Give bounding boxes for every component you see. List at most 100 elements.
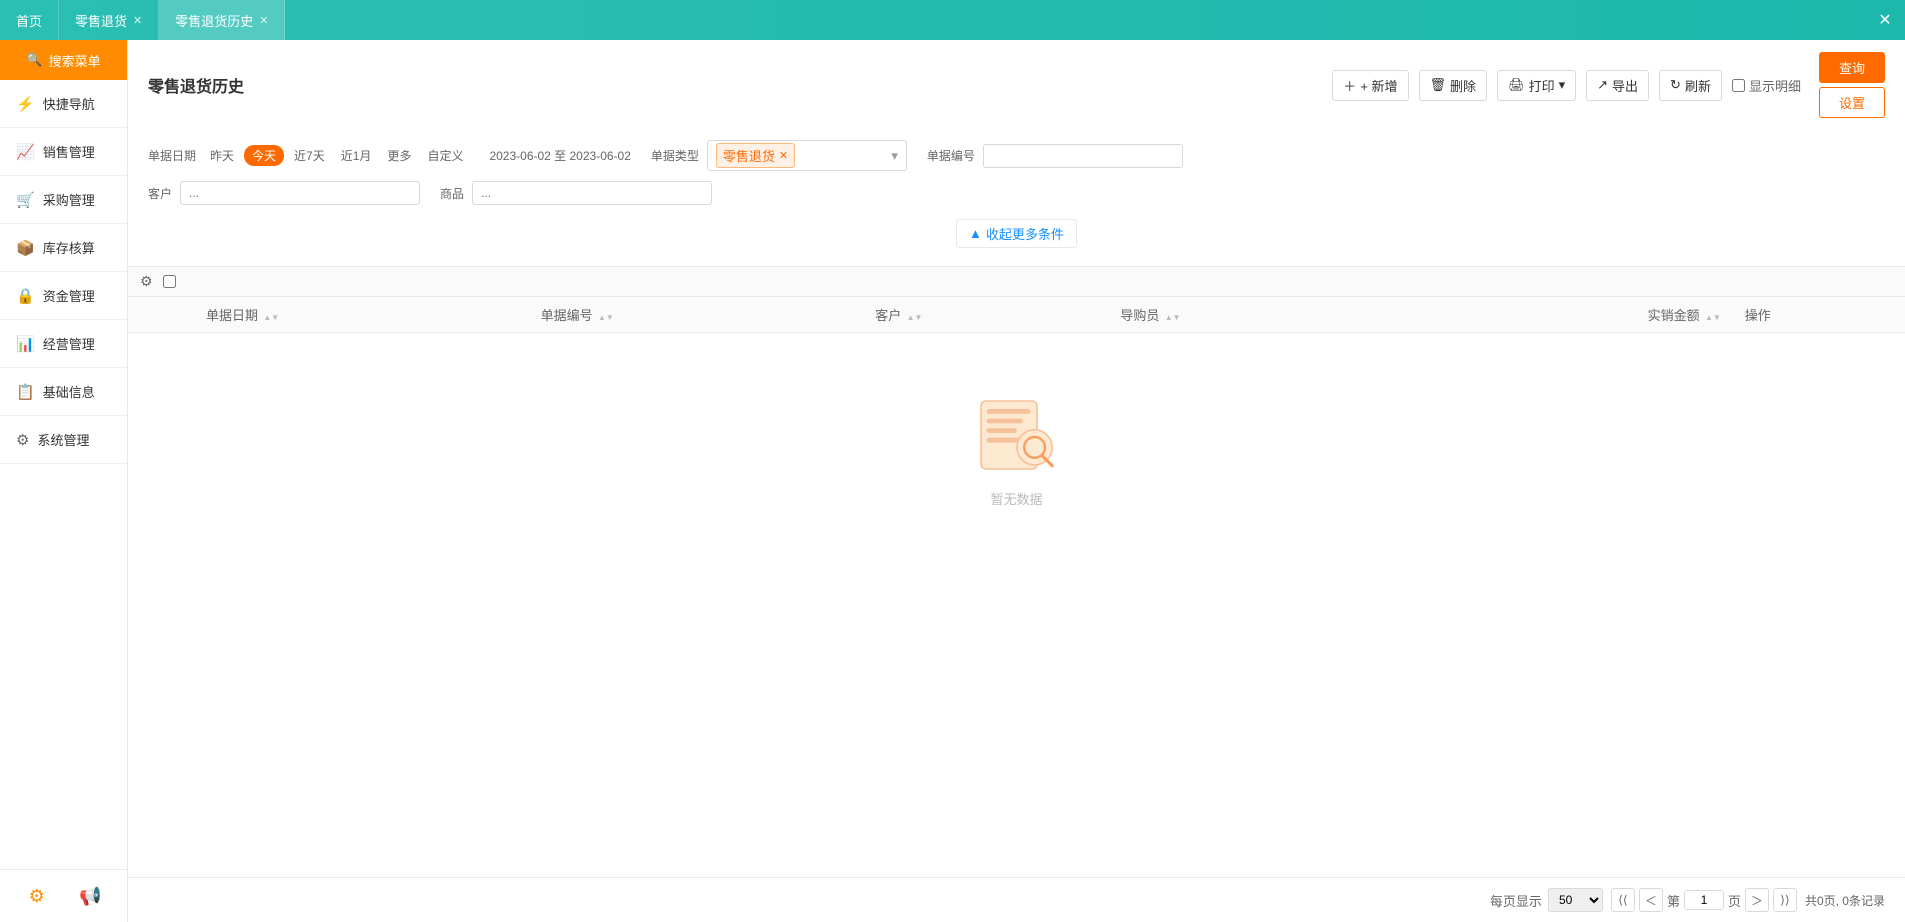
col-customer[interactable]: 客户 ▲▼	[863, 297, 1108, 333]
settings-bottom-icon[interactable]: ⚙	[21, 880, 53, 912]
date-1month[interactable]: 近1月	[335, 145, 378, 166]
voucher-type-label: 单据类型	[651, 147, 699, 164]
page-title: 零售退货历史	[148, 73, 244, 97]
page-next-button[interactable]: ＞	[1745, 888, 1769, 912]
sidebar-item-quick-nav[interactable]: ⚡ 快捷导航	[0, 80, 127, 128]
goods-filter-label: 商品	[440, 185, 464, 202]
settings-button[interactable]: 设置	[1819, 87, 1885, 118]
content-area: 零售退货历史 ＋ + 新增 🗑 删除 🖨 打印	[128, 40, 1905, 922]
collapse-button[interactable]: ▲ 收起更多条件	[956, 219, 1077, 248]
tab-retail-return-history-close[interactable]: ✕	[259, 14, 268, 27]
tab-home-label: 首页	[16, 11, 42, 30]
display-toggle-checkbox[interactable]	[1732, 79, 1745, 92]
volume-bottom-icon[interactable]: 📢	[74, 880, 106, 912]
sidebar-item-operations-mgmt[interactable]: 📊 经营管理	[0, 320, 127, 368]
voucher-number-input[interactable]	[983, 144, 1183, 168]
add-icon: ＋	[1343, 76, 1356, 95]
sidebar-nav: ⚡ 快捷导航 📈 销售管理 🛒 采购管理 📦 库存核算 🔒 资金管理 📊	[0, 80, 127, 869]
page-info: 第 页	[1667, 890, 1741, 910]
sidebar-item-inventory-calc[interactable]: 📦 库存核算	[0, 224, 127, 272]
page-nav: ⟨⟨ ＜ 第 页 ＞ ⟩⟩	[1611, 888, 1797, 912]
sidebar-item-system-label: 系统管理	[37, 430, 89, 449]
add-button[interactable]: ＋ + 新增	[1332, 70, 1408, 101]
sidebar-item-purchase-label: 采购管理	[43, 190, 95, 209]
sidebar-item-system-mgmt[interactable]: ⚙ 系统管理	[0, 416, 127, 464]
date-7days[interactable]: 近7天	[288, 145, 331, 166]
voucher-type-tag-close[interactable]: ✕	[779, 149, 788, 162]
quick-nav-icon: ⚡	[16, 95, 35, 113]
sidebar-item-finance-mgmt[interactable]: 🔒 资金管理	[0, 272, 127, 320]
select-all-checkbox[interactable]	[163, 275, 176, 288]
table-settings-icon[interactable]: ⚙	[140, 273, 153, 290]
purchase-icon: 🛒	[16, 191, 35, 209]
voucher-type-tag-text: 零售退货	[723, 146, 775, 165]
sort-guide: ▲▼	[1165, 313, 1181, 322]
voucher-number-filter: 单据编号	[927, 144, 1183, 168]
col-actual-amount[interactable]: 实销金额 ▲▼	[1398, 297, 1733, 333]
date-more[interactable]: 更多	[381, 145, 417, 166]
sidebar-item-basic-label: 基础信息	[43, 382, 95, 401]
finance-icon: 🔒	[16, 287, 35, 305]
refresh-button[interactable]: ↻ 刷新	[1659, 70, 1722, 101]
table-wrap: 单据日期 ▲▼ 单据编号 ▲▼ 客户 ▲▼	[128, 297, 1905, 877]
query-btns: 查询 设置	[1819, 52, 1885, 118]
filter-area: 单据日期 昨天 今天 近7天 近1月 更多 自定义 2023-06-02 至 2…	[148, 130, 1885, 266]
customer-input[interactable]	[180, 181, 420, 205]
sales-icon: 📈	[16, 143, 35, 161]
system-icon: ⚙	[16, 431, 29, 449]
voucher-type-filter: 单据类型 零售退货 ✕ ▾	[651, 140, 907, 171]
page-last-button[interactable]: ⟩⟩	[1773, 888, 1797, 912]
sidebar-search[interactable]: 🔍 搜索菜单	[0, 40, 127, 80]
col-guide[interactable]: 导购员 ▲▼	[1108, 297, 1398, 333]
sort-actual-amount: ▲▼	[1705, 313, 1721, 322]
page-first-button[interactable]: ⟨⟨	[1611, 888, 1635, 912]
sidebar-item-operations-label: 经营管理	[43, 334, 95, 353]
delete-icon: 🗑	[1430, 77, 1447, 93]
sidebar-search-label: 搜索菜单	[49, 51, 101, 70]
per-page: 每页显示 50 20 100	[1490, 888, 1603, 912]
date-filter: 单据日期 昨天 今天 近7天 近1月 更多 自定义	[148, 145, 469, 166]
goods-input[interactable]	[472, 181, 712, 205]
date-today[interactable]: 今天	[244, 145, 284, 166]
total-info: 共0页, 0条记录	[1805, 892, 1885, 909]
toolbar: ＋ + 新增 🗑 删除 🖨 打印 ▾ ↗	[1332, 70, 1801, 101]
tab-retail-return-history[interactable]: 零售退货历史 ✕	[159, 0, 285, 40]
basic-info-icon: 📋	[16, 383, 35, 401]
sidebar-item-sales-mgmt[interactable]: 📈 销售管理	[0, 128, 127, 176]
page-number-input[interactable]	[1684, 890, 1724, 910]
print-button[interactable]: 🖨 打印 ▾	[1497, 70, 1576, 101]
col-voucher-date[interactable]: 单据日期 ▲▼	[194, 297, 529, 333]
sort-voucher-date: ▲▼	[263, 313, 279, 322]
operations-icon: 📊	[16, 335, 35, 353]
display-toggle-label: 显示明细	[1749, 76, 1801, 95]
sidebar-item-purchase-mgmt[interactable]: 🛒 采购管理	[0, 176, 127, 224]
table-header-row: 单据日期 ▲▼ 单据编号 ▲▼ 客户 ▲▼	[128, 297, 1905, 333]
display-toggle[interactable]: 显示明细	[1732, 76, 1801, 95]
empty-icon	[967, 393, 1067, 473]
export-icon: ↗	[1597, 77, 1608, 93]
search-icon: 🔍	[26, 52, 42, 68]
page-prev-button[interactable]: ＜	[1639, 888, 1663, 912]
date-custom[interactable]: 自定义	[421, 145, 469, 166]
page-suffix: 页	[1728, 891, 1741, 910]
voucher-number-label: 单据编号	[927, 147, 975, 164]
voucher-type-dropdown-icon[interactable]: ▾	[891, 148, 898, 164]
window-close-button[interactable]: ✕	[1865, 0, 1905, 40]
tab-home[interactable]: 首页	[0, 0, 59, 40]
customer-filter-label: 客户	[148, 185, 172, 202]
date-range-text: 2023-06-02 至 2023-06-02	[489, 147, 630, 164]
tab-retail-return[interactable]: 零售退货 ✕	[59, 0, 159, 40]
sidebar-item-basic-info[interactable]: 📋 基础信息	[0, 368, 127, 416]
main-layout: 🔍 搜索菜单 ⚡ 快捷导航 📈 销售管理 🛒 采购管理 📦 库存核算 🔒	[0, 40, 1905, 922]
col-voucher-number[interactable]: 单据编号 ▲▼	[529, 297, 864, 333]
date-yesterday[interactable]: 昨天	[204, 145, 240, 166]
print-icon: 🖨	[1508, 77, 1525, 93]
per-page-select[interactable]: 50 20 100	[1548, 888, 1603, 912]
tab-retail-return-close[interactable]: ✕	[133, 14, 142, 27]
export-button[interactable]: ↗ 导出	[1586, 70, 1649, 101]
tab-retail-return-label: 零售退货	[75, 11, 127, 30]
query-button[interactable]: 查询	[1819, 52, 1885, 83]
delete-button[interactable]: 🗑 删除	[1419, 70, 1488, 101]
voucher-type-tag: 零售退货 ✕	[716, 143, 795, 168]
refresh-icon: ↻	[1670, 77, 1681, 93]
